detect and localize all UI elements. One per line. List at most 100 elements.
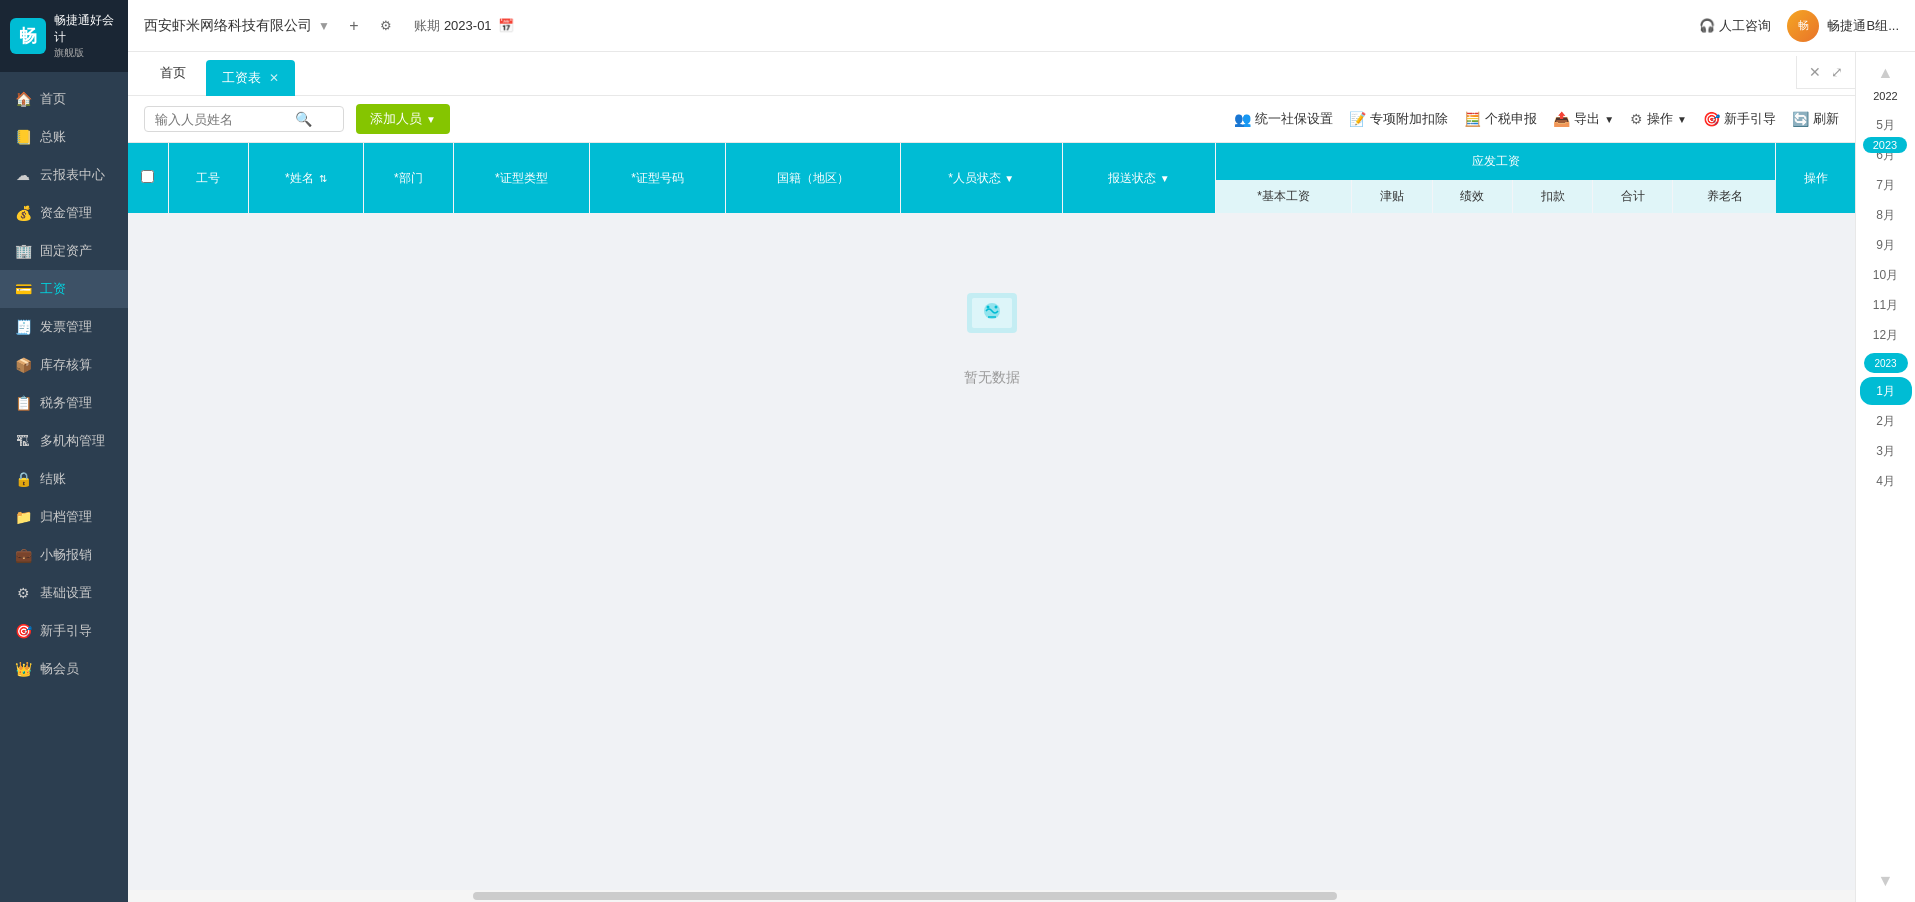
sidebar-item-multi-org[interactable]: 🏗 多机构管理: [0, 422, 128, 460]
operation-icon: ⚙: [1630, 111, 1643, 127]
operation-button[interactable]: ⚙ 操作 ▼: [1630, 110, 1687, 128]
header: 西安虾米网络科技有限公司 ▼ + ⚙ 账期 2023-01 📅 🎧 人工咨询 畅…: [128, 0, 1915, 52]
user-profile[interactable]: 畅 畅捷通B组...: [1787, 10, 1899, 42]
sidebar-item-label: 发票管理: [40, 318, 92, 336]
period-value: 2023-01: [444, 18, 492, 33]
sort-icon[interactable]: ⇅: [319, 173, 327, 184]
sidebar-item-fixed-assets[interactable]: 🏢 固定资产: [0, 232, 128, 270]
salary-icon: 💳: [14, 280, 32, 298]
th-number-label: 工号: [196, 171, 220, 185]
th-operation: 操作: [1776, 143, 1855, 213]
scrollbar-thumb[interactable]: [473, 892, 1337, 900]
inventory-icon: 📦: [14, 356, 32, 374]
export-arrow-icon: ▼: [1604, 114, 1614, 125]
sidebar-item-basic-settings[interactable]: ⚙ 基础设置: [0, 574, 128, 612]
header-right: 🎧 人工咨询 畅 畅捷通B组...: [1699, 10, 1899, 42]
sidebar-item-invoice[interactable]: 🧾 发票管理: [0, 308, 128, 346]
select-all-checkbox[interactable]: [141, 170, 154, 183]
tab-home[interactable]: 首页: [144, 52, 202, 96]
sidebar-item-label: 多机构管理: [40, 432, 105, 450]
period-label: 账期: [414, 17, 440, 35]
tab-salary-label: 工资表: [222, 69, 261, 87]
sidebar-item-archive[interactable]: 📁 归档管理: [0, 498, 128, 536]
company-selector[interactable]: 西安虾米网络科技有限公司 ▼: [144, 17, 330, 35]
sidebar-item-tax[interactable]: 📋 税务管理: [0, 384, 128, 422]
export-button[interactable]: 📤 导出 ▼: [1553, 110, 1614, 128]
month-down-arrow[interactable]: ▼: [1874, 868, 1898, 894]
settings-icon: ⚙: [14, 584, 32, 602]
sidebar-item-label: 畅会员: [40, 660, 79, 678]
add-company-button[interactable]: +: [342, 14, 366, 38]
add-person-button[interactable]: 添加人员 ▼: [356, 104, 450, 134]
month-item-5[interactable]: 5月: [1860, 111, 1912, 139]
th-name: *姓名 ⇅: [248, 143, 364, 213]
gear-icon: ⚙: [380, 18, 392, 33]
toolbar-actions: 👥 统一社保设置 📝 专项附加扣除 🧮 个税申报 📤 导出 ▼ ⚙: [1234, 110, 1839, 128]
sidebar-item-cloud-report[interactable]: ☁ 云报表中心: [0, 156, 128, 194]
month-item-8[interactable]: 8月: [1860, 201, 1912, 229]
month-item-2023-3[interactable]: 3月: [1860, 437, 1912, 465]
month-up-arrow[interactable]: ▲: [1874, 60, 1898, 86]
report-filter-icon[interactable]: ▼: [1160, 173, 1170, 184]
refresh-label: 刷新: [1813, 110, 1839, 128]
sidebar-item-label: 结账: [40, 470, 66, 488]
sidebar-item-label: 小畅报销: [40, 546, 92, 564]
tab-salary[interactable]: 工资表 ✕: [206, 60, 295, 96]
year-2022-label: 2022: [1873, 86, 1897, 106]
service-button[interactable]: 🎧 人工咨询: [1699, 17, 1771, 35]
sidebar: 畅 畅捷通好会计 旗舰版 🏠 首页 📒 总账 ☁ 云报表中心 💰 资金管理 🏢 …: [0, 0, 128, 902]
invoice-icon: 🧾: [14, 318, 32, 336]
th-name-label: *姓名: [285, 171, 314, 185]
salary-table: 工号 *姓名 ⇅ *部门 *证型类型: [128, 143, 1855, 213]
th-id-number-label: *证型号码: [631, 171, 684, 185]
month-item-12[interactable]: 12月: [1860, 321, 1912, 349]
month-item-2023-2[interactable]: 2月: [1860, 407, 1912, 435]
operation-arrow-icon: ▼: [1677, 114, 1687, 125]
month-item-7[interactable]: 7月: [1860, 171, 1912, 199]
social-security-button[interactable]: 👥 统一社保设置: [1234, 110, 1333, 128]
fund-icon: 💰: [14, 204, 32, 222]
home-icon: 🏠: [14, 90, 32, 108]
sidebar-item-home[interactable]: 🏠 首页: [0, 80, 128, 118]
th-nationality-label: 国籍（地区）: [777, 171, 849, 185]
sidebar-item-label: 总账: [40, 128, 66, 146]
company-settings-button[interactable]: ⚙: [374, 14, 398, 38]
month-item-2023-1[interactable]: 1月: [1860, 377, 1912, 405]
horizontal-scrollbar[interactable]: [128, 890, 1855, 902]
sidebar-item-salary[interactable]: 💳 工资: [0, 270, 128, 308]
year-2023-badge: 2023: [1864, 353, 1908, 373]
sidebar-item-label: 基础设置: [40, 584, 92, 602]
search-box[interactable]: 🔍: [144, 106, 344, 132]
maximize-panel-button[interactable]: ⤢: [1827, 62, 1847, 82]
tab-close-icon[interactable]: ✕: [269, 71, 279, 85]
sidebar-item-guide[interactable]: 🎯 新手引导: [0, 612, 128, 650]
th-id-type-label: *证型类型: [495, 171, 548, 185]
month-item-10[interactable]: 10月: [1860, 261, 1912, 289]
status-filter-icon[interactable]: ▼: [1004, 173, 1014, 184]
sidebar-item-fund[interactable]: 💰 资金管理: [0, 194, 128, 232]
sidebar-item-close[interactable]: 🔒 结账: [0, 460, 128, 498]
toolbar: 🔍 添加人员 ▼ 👥 统一社保设置 📝 专项附加扣除 🧮 个税申报: [128, 96, 1855, 143]
deduction-icon: 📝: [1349, 111, 1366, 127]
sidebar-item-expense[interactable]: 💼 小畅报销: [0, 536, 128, 574]
tab-home-label: 首页: [160, 64, 186, 82]
sidebar-item-inventory[interactable]: 📦 库存核算: [0, 346, 128, 384]
month-item-9[interactable]: 9月: [1860, 231, 1912, 259]
month-item-2023-4[interactable]: 4月: [1860, 467, 1912, 495]
calendar-icon[interactable]: 📅: [498, 18, 514, 33]
search-input[interactable]: [155, 112, 295, 127]
year-current-badge: 2023: [1863, 137, 1907, 153]
sidebar-item-vip[interactable]: 👑 畅会员: [0, 650, 128, 688]
search-icon: 🔍: [295, 111, 312, 127]
deduction-button[interactable]: 📝 专项附加扣除: [1349, 110, 1448, 128]
table-scroll[interactable]: 工号 *姓名 ⇅ *部门 *证型类型: [128, 143, 1855, 890]
guide-button[interactable]: 🎯 新手引导: [1703, 110, 1776, 128]
empty-text: 暂无数据: [964, 369, 1020, 387]
tax-button[interactable]: 🧮 个税申报: [1464, 110, 1537, 128]
close-panel-button[interactable]: ✕: [1805, 62, 1825, 82]
app-name: 畅捷通好会计: [54, 12, 118, 46]
select-all-header: [128, 143, 168, 213]
month-item-11[interactable]: 11月: [1860, 291, 1912, 319]
refresh-button[interactable]: 🔄 刷新: [1792, 110, 1839, 128]
sidebar-item-ledger[interactable]: 📒 总账: [0, 118, 128, 156]
